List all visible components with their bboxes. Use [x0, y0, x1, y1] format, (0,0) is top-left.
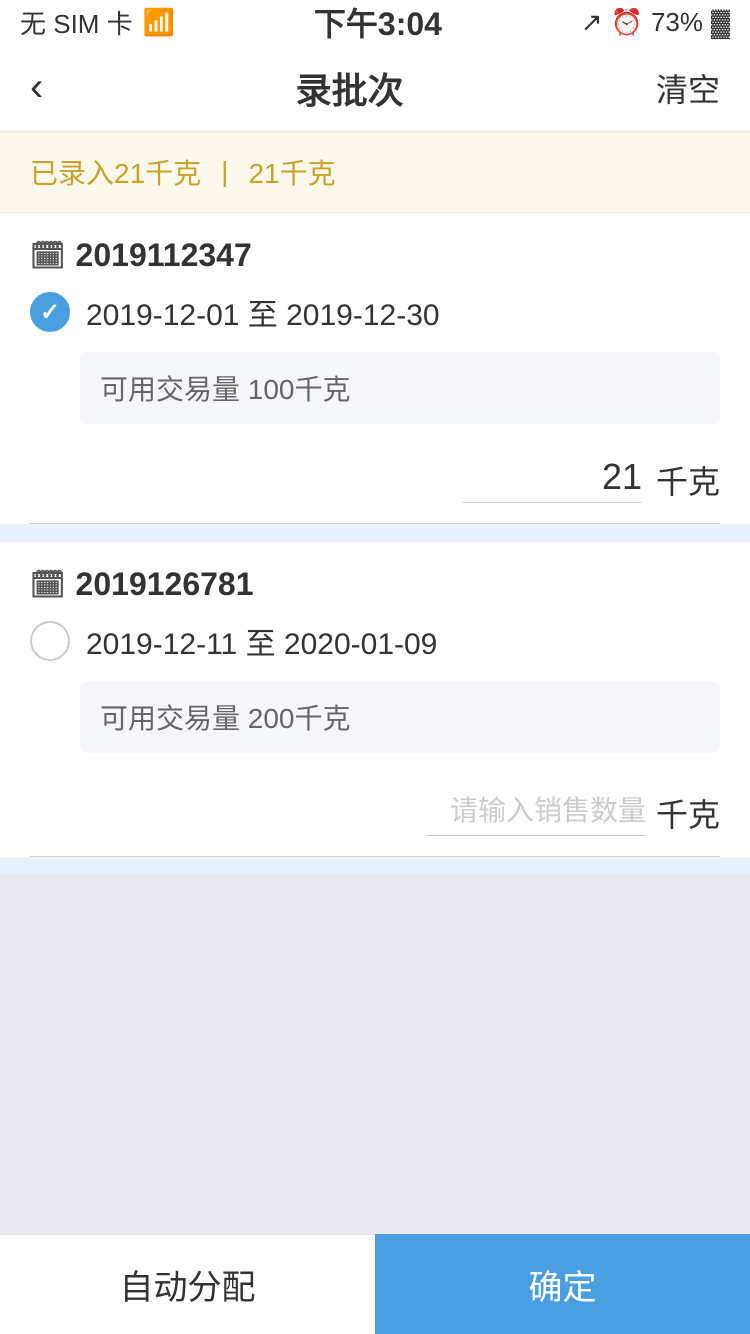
batch-1-quantity-row: 21 千克 [0, 440, 750, 523]
alarm-icon: ⏰ [611, 7, 643, 38]
batch-2-radio[interactable] [30, 621, 70, 661]
separator-2 [30, 856, 720, 857]
blue-divider-2 [0, 859, 750, 875]
blue-divider-1 [0, 526, 750, 542]
batch-1-underline-area: 21 [462, 456, 642, 503]
info-banner: 已录入21千克 | 21千克 [0, 132, 750, 213]
batch-item-1: 🗓 2019112347 2019-12-01 至 2019-12-30 可用交… [0, 213, 750, 524]
batch-2-date: 2019-12-11 至 2020-01-09 [86, 619, 437, 663]
batch-2-icon: 🗓 [30, 568, 66, 601]
clear-button[interactable]: 清空 [656, 65, 720, 111]
status-right: ↗ ⏰ 73% ▓ [581, 7, 730, 38]
batch-2-header: 🗓 2019126781 [0, 542, 750, 613]
batch-2-input-row: 请输入销售数量 千克 [0, 769, 750, 856]
page-title: 录批次 [296, 62, 404, 114]
batch-1-radio[interactable] [30, 292, 70, 332]
batch-item-2: 🗓 2019126781 2019-12-11 至 2020-01-09 可用交… [0, 542, 750, 857]
total-label: 21千克 [248, 152, 335, 192]
batch-1-icon: 🗓 [30, 239, 66, 272]
status-left: 无 SIM 卡 📶 [20, 4, 175, 41]
battery-text: 73% [651, 7, 703, 38]
recorded-label: 已录入21千克 [30, 152, 201, 192]
batch-1-header: 🗓 2019112347 [0, 213, 750, 284]
confirm-button[interactable]: 确定 [375, 1234, 750, 1334]
batch-2-date-row: 2019-12-11 至 2020-01-09 [0, 613, 750, 673]
status-time: 下午3:04 [314, 0, 442, 45]
bottom-bar: 自动分配 确定 [0, 1234, 750, 1334]
batch-1-date-row: 2019-12-01 至 2019-12-30 [0, 284, 750, 344]
location-icon: ↗ [581, 7, 603, 38]
nav-bar: ‹ 录批次 清空 [0, 44, 750, 132]
banner-divider: | [221, 156, 228, 188]
batch-2-input-placeholder[interactable]: 请输入销售数量 [450, 789, 646, 829]
wifi-icon: 📶 [143, 7, 175, 38]
status-bar: 无 SIM 卡 📶 下午3:04 ↗ ⏰ 73% ▓ [0, 0, 750, 44]
batch-1-quantity-value[interactable]: 21 [462, 456, 642, 502]
batch-1-date: 2019-12-01 至 2019-12-30 [86, 290, 440, 334]
batch-1-unit: 千克 [656, 457, 720, 503]
batch-1-available: 可用交易量 100千克 [80, 352, 720, 424]
batch-2-id: 2019126781 [76, 566, 254, 603]
no-sim-text: 无 SIM 卡 [20, 4, 133, 41]
batch-2-available: 可用交易量 200千克 [80, 681, 720, 753]
separator-1 [30, 523, 720, 524]
auto-distribute-button[interactable]: 自动分配 [0, 1234, 375, 1334]
battery-icon: ▓ [711, 7, 730, 38]
back-button[interactable]: ‹ [30, 65, 43, 110]
batch-1-id: 2019112347 [76, 237, 252, 274]
batch-2-unit: 千克 [656, 790, 720, 836]
